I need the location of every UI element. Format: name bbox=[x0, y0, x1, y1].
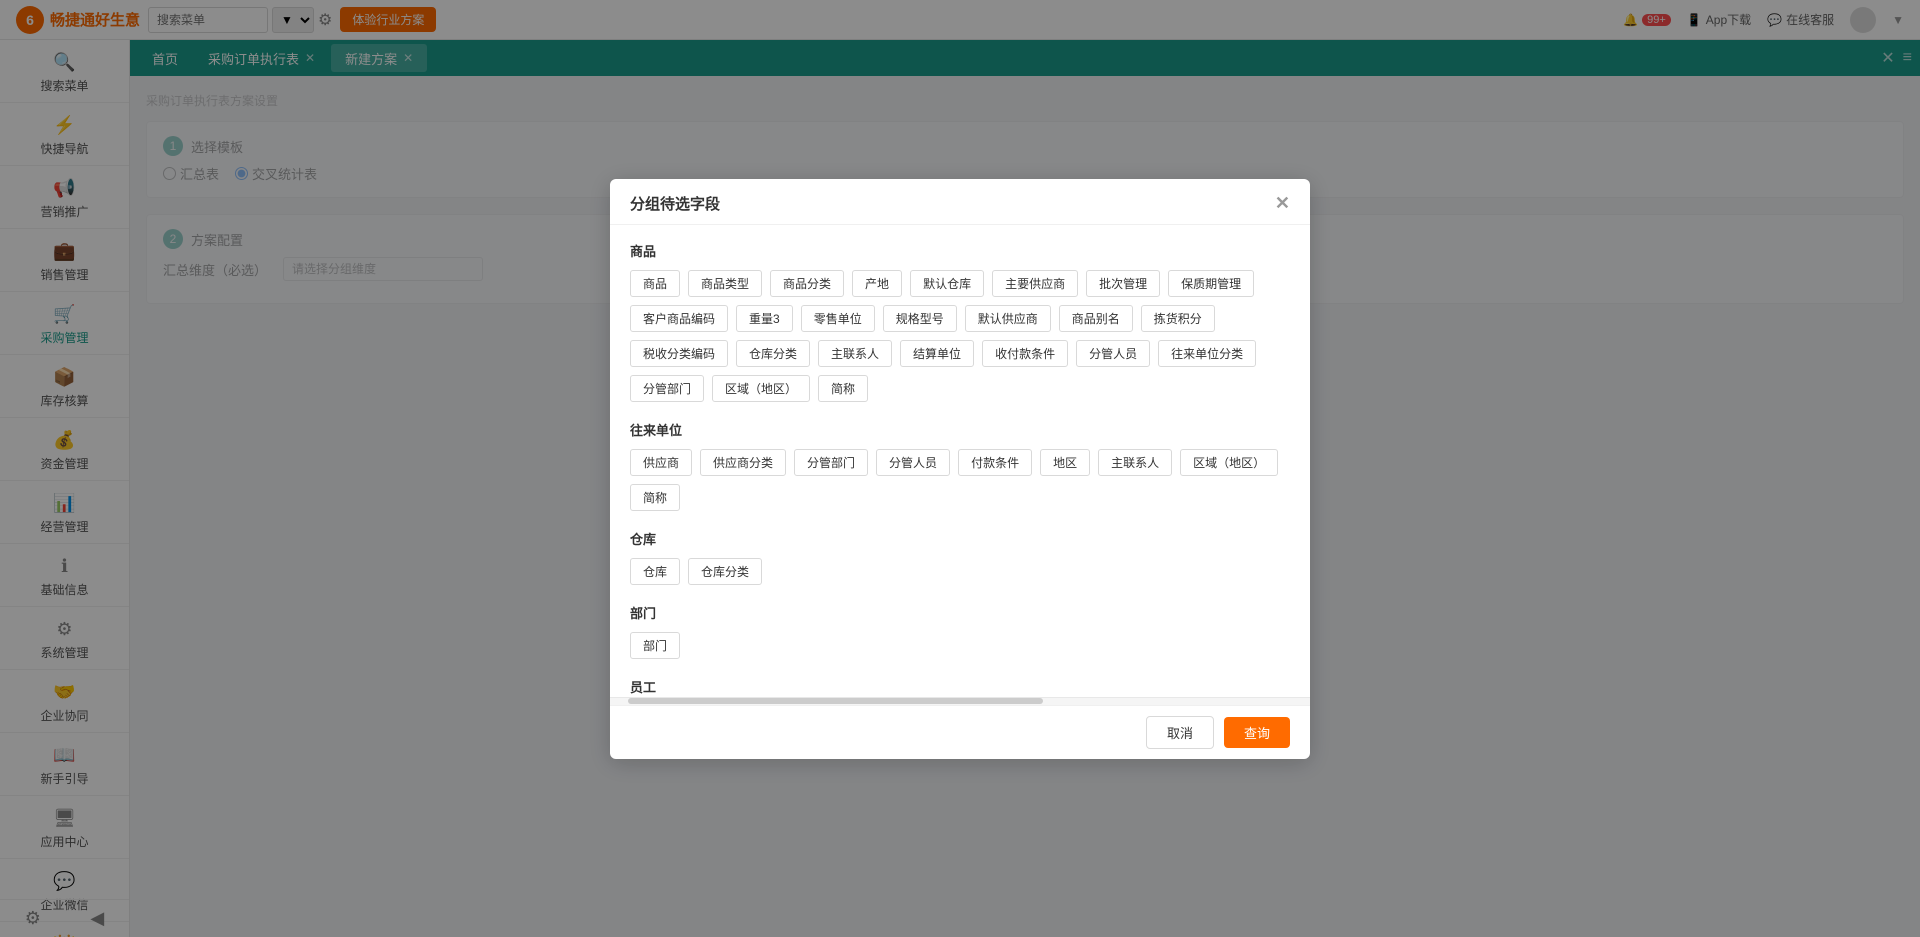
section-goods-title: 商品 bbox=[630, 241, 1290, 260]
section-department-tags: 部门 bbox=[630, 632, 1290, 659]
field-tag[interactable]: 供应商 bbox=[630, 449, 692, 476]
field-tag[interactable]: 区域（地区） bbox=[1180, 449, 1278, 476]
field-tag[interactable]: 拣货积分 bbox=[1141, 305, 1215, 332]
section-warehouse-tags: 仓库 仓库分类 bbox=[630, 558, 1290, 585]
field-tag[interactable]: 商品别名 bbox=[1059, 305, 1133, 332]
modal-overlay: 分组待选字段 ✕ 商品 商品 商品类型 商品分类 产地 默认仓库 主要供应商 批… bbox=[0, 0, 1920, 937]
section-department-title: 部门 bbox=[630, 603, 1290, 622]
modal-hscroll-thumb bbox=[628, 698, 1043, 704]
section-employee: 员工 业务员 bbox=[630, 677, 1290, 698]
modal-cancel-btn[interactable]: 取消 bbox=[1146, 716, 1214, 749]
field-tag[interactable]: 零售单位 bbox=[801, 305, 875, 332]
field-tag[interactable]: 商品类型 bbox=[688, 270, 762, 297]
section-goods: 商品 商品 商品类型 商品分类 产地 默认仓库 主要供应商 批次管理 保质期管理… bbox=[630, 241, 1290, 402]
field-tag[interactable]: 往来单位分类 bbox=[1158, 340, 1256, 367]
field-tag[interactable]: 区域（地区） bbox=[712, 375, 810, 402]
field-tag[interactable]: 仓库分类 bbox=[688, 558, 762, 585]
field-select-modal: 分组待选字段 ✕ 商品 商品 商品类型 商品分类 产地 默认仓库 主要供应商 批… bbox=[610, 179, 1310, 759]
modal-close-btn[interactable]: ✕ bbox=[1275, 193, 1290, 214]
field-tag[interactable]: 产地 bbox=[852, 270, 902, 297]
field-tag[interactable]: 分管部门 bbox=[794, 449, 868, 476]
field-tag[interactable]: 简称 bbox=[630, 484, 680, 511]
section-employee-title: 员工 bbox=[630, 677, 1290, 696]
field-tag[interactable]: 税收分类编码 bbox=[630, 340, 728, 367]
field-tag[interactable]: 保质期管理 bbox=[1168, 270, 1254, 297]
field-tag[interactable]: 结算单位 bbox=[900, 340, 974, 367]
field-tag[interactable]: 收付款条件 bbox=[982, 340, 1068, 367]
field-tag[interactable]: 默认仓库 bbox=[910, 270, 984, 297]
field-tag[interactable]: 简称 bbox=[818, 375, 868, 402]
field-tag[interactable]: 主要供应商 bbox=[992, 270, 1078, 297]
modal-body[interactable]: 商品 商品 商品类型 商品分类 产地 默认仓库 主要供应商 批次管理 保质期管理… bbox=[610, 225, 1310, 698]
modal-header: 分组待选字段 ✕ bbox=[610, 179, 1310, 225]
section-warehouse: 仓库 仓库 仓库分类 bbox=[630, 529, 1290, 585]
field-tag[interactable]: 分管人员 bbox=[876, 449, 950, 476]
field-tag[interactable]: 商品分类 bbox=[770, 270, 844, 297]
field-tag[interactable]: 默认供应商 bbox=[965, 305, 1051, 332]
field-tag[interactable]: 分管部门 bbox=[630, 375, 704, 402]
field-tag[interactable]: 仓库分类 bbox=[736, 340, 810, 367]
section-warehouse-title: 仓库 bbox=[630, 529, 1290, 548]
section-partner-title: 往来单位 bbox=[630, 420, 1290, 439]
field-tag[interactable]: 重量3 bbox=[736, 305, 793, 332]
field-tag[interactable]: 供应商分类 bbox=[700, 449, 786, 476]
field-tag[interactable]: 批次管理 bbox=[1086, 270, 1160, 297]
modal-confirm-btn[interactable]: 查询 bbox=[1224, 717, 1290, 748]
field-tag[interactable]: 仓库 bbox=[630, 558, 680, 585]
section-partner: 往来单位 供应商 供应商分类 分管部门 分管人员 付款条件 地区 主联系人 区域… bbox=[630, 420, 1290, 511]
field-tag[interactable]: 部门 bbox=[630, 632, 680, 659]
field-tag[interactable]: 商品 bbox=[630, 270, 680, 297]
field-tag[interactable]: 规格型号 bbox=[883, 305, 957, 332]
field-tag[interactable]: 主联系人 bbox=[1098, 449, 1172, 476]
field-tag[interactable]: 主联系人 bbox=[818, 340, 892, 367]
section-partner-tags: 供应商 供应商分类 分管部门 分管人员 付款条件 地区 主联系人 区域（地区） … bbox=[630, 449, 1290, 511]
field-tag[interactable]: 分管人员 bbox=[1076, 340, 1150, 367]
field-tag[interactable]: 地区 bbox=[1040, 449, 1090, 476]
modal-title: 分组待选字段 bbox=[630, 193, 720, 214]
field-tag[interactable]: 客户商品编码 bbox=[630, 305, 728, 332]
modal-footer: 取消 查询 bbox=[610, 705, 1310, 759]
modal-hscrollbar[interactable] bbox=[610, 697, 1310, 704]
field-tag[interactable]: 付款条件 bbox=[958, 449, 1032, 476]
section-department: 部门 部门 bbox=[630, 603, 1290, 659]
section-goods-tags: 商品 商品类型 商品分类 产地 默认仓库 主要供应商 批次管理 保质期管理 客户… bbox=[630, 270, 1290, 402]
